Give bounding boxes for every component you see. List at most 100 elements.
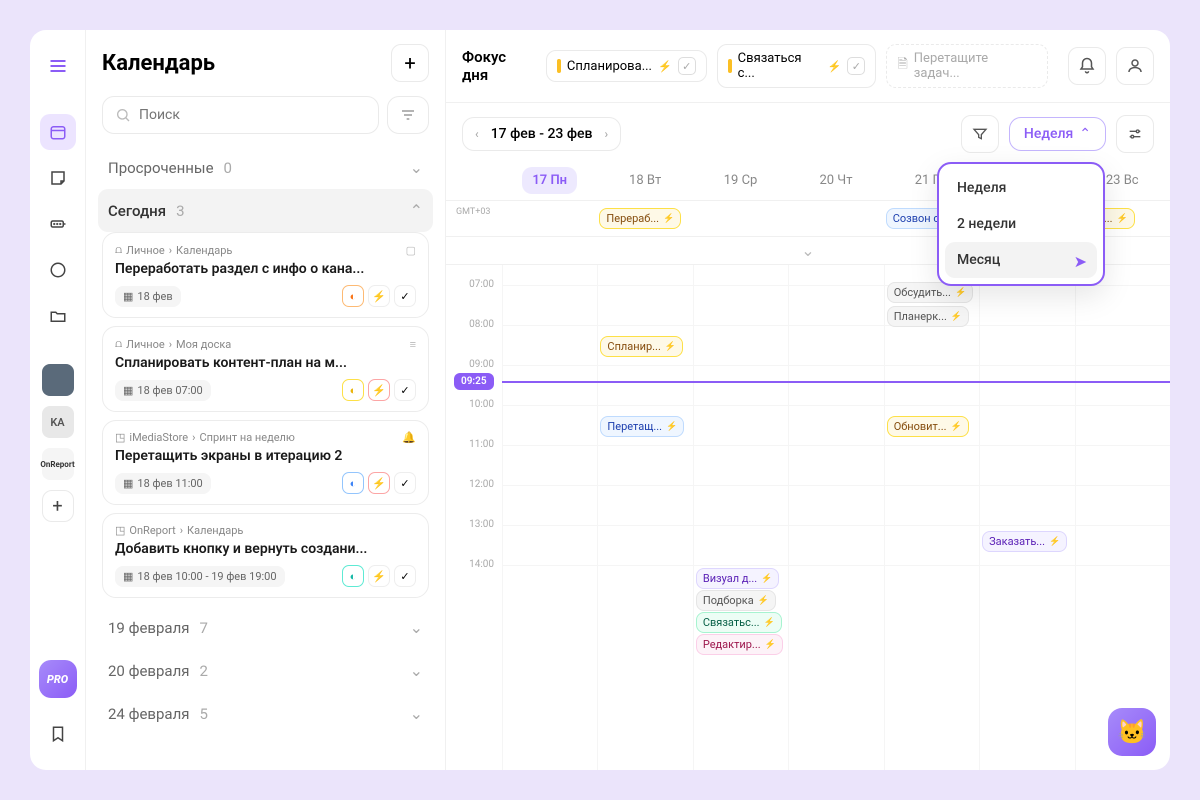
focus-task[interactable]: Спланирова...⚡✓ — [546, 50, 707, 82]
status-pill[interactable]: ◐ — [342, 565, 364, 587]
workspace-avatar-on[interactable]: OnReport — [42, 448, 74, 480]
calendar-event[interactable]: Визуал д...⚡ — [696, 568, 780, 589]
filter-button[interactable] — [387, 96, 429, 134]
calendar-icon: ▦ — [123, 290, 133, 303]
dropdown-item-2weeks[interactable]: 2 недели — [945, 206, 1097, 242]
next-button[interactable]: › — [605, 127, 609, 141]
view-selector[interactable]: Неделя ⌃ Неделя 2 недели Месяц➤ — [1009, 117, 1106, 151]
dropdown-item-week[interactable]: Неделя — [945, 170, 1097, 206]
check-pill[interactable]: ✓ — [394, 565, 416, 587]
calendar-icon: ▦ — [123, 384, 133, 397]
task-card[interactable]: ◳iMediaStore › Спринт на неделю🔔 Перетащ… — [102, 420, 429, 505]
allday-event[interactable]: Перераб...⚡ — [599, 208, 681, 229]
check-icon[interactable]: ✓ — [678, 57, 696, 75]
task-card[interactable]: ⩍Личное › Моя доска≡ Спланировать контен… — [102, 326, 429, 412]
zap-icon: ⚡ — [828, 60, 842, 73]
energy-pill[interactable]: ⚡ — [368, 379, 390, 401]
status-pill[interactable]: ◐ — [342, 379, 364, 401]
timezone-label: GMT+03 — [456, 207, 502, 230]
time-grid[interactable]: 07:00 08:00 09:00 10:00 11:00 12:00 13:0… — [446, 265, 1170, 770]
person-icon — [1126, 57, 1144, 75]
calendar-event[interactable]: Подборка⚡ — [696, 590, 776, 611]
sidebar: Календарь + Просроченные 0 ⌄ Сегодня 3 ⌃… — [86, 30, 446, 770]
filter-button[interactable] — [961, 115, 999, 153]
calendar-event[interactable]: Связатьс...⚡ — [696, 612, 782, 633]
energy-pill[interactable]: ⚡ — [368, 472, 390, 494]
workspace-avatar-1[interactable] — [42, 364, 74, 396]
calendar-event[interactable]: Перетащ...⚡ — [600, 416, 684, 437]
profile-button[interactable] — [1116, 47, 1154, 85]
check-pill[interactable]: ✓ — [394, 285, 416, 307]
workspace-avatar-ka[interactable]: KA — [42, 406, 74, 438]
view-dropdown: Неделя 2 недели Месяц➤ — [937, 162, 1105, 286]
folder-icon[interactable] — [40, 298, 76, 334]
focus-dropzone[interactable]: 🗎Перетащите задач... — [886, 44, 1048, 88]
chevron-down-icon: ⌄ — [410, 661, 423, 680]
chevron-up-icon: ⌃ — [410, 201, 423, 220]
hour-label: 11:00 — [446, 439, 502, 479]
chevron-up-icon: ⌃ — [1079, 126, 1091, 142]
section-date[interactable]: 20 февраля2⌄ — [98, 649, 433, 692]
calendar-event[interactable]: Редактир...⚡ — [696, 634, 783, 655]
calendar-event[interactable]: Спланир...⚡ — [600, 336, 683, 357]
status-pill[interactable]: ◐ — [342, 285, 364, 307]
help-mascot[interactable]: 🐱 — [1108, 708, 1156, 756]
hour-label: 12:00 — [446, 479, 502, 519]
settings-button[interactable] — [1116, 115, 1154, 153]
battery-icon[interactable] — [40, 206, 76, 242]
note-icon[interactable] — [40, 160, 76, 196]
task-date: ▦18 фев — [115, 286, 181, 307]
dropdown-item-month[interactable]: Месяц➤ — [945, 242, 1097, 278]
date-navigator: ‹ 17 фев - 23 фев › — [462, 117, 621, 151]
task-date: ▦18 фев 10:00 - 19 фев 19:00 — [115, 566, 285, 587]
check-pill[interactable]: ✓ — [394, 472, 416, 494]
day-header[interactable]: 18 Вт — [597, 173, 692, 188]
calendar-icon: ▦ — [123, 570, 133, 583]
person-icon: ⩍ — [115, 243, 122, 257]
section-today[interactable]: Сегодня 3 ⌃ — [98, 189, 433, 232]
section-overdue[interactable]: Просроченные 0 ⌄ — [98, 146, 433, 189]
check-icon[interactable]: ✓ — [847, 57, 865, 75]
calendar-nav-icon[interactable] — [40, 114, 76, 150]
section-date[interactable]: 19 февраля7⌄ — [98, 606, 433, 649]
task-card[interactable]: ◳OnReport › Календарь Добавить кнопку и … — [102, 513, 429, 598]
calendar-event[interactable]: Планерк...⚡ — [887, 306, 969, 327]
cube-icon: ◳ — [115, 431, 125, 444]
bars-icon: ≡ — [410, 338, 416, 351]
cube-icon: ◳ — [115, 524, 125, 537]
focus-label: Фокус дня — [462, 48, 536, 84]
chat-icon[interactable] — [40, 252, 76, 288]
bookmark-icon[interactable] — [40, 716, 76, 752]
hour-label: 08:00 — [446, 319, 502, 359]
day-header[interactable]: 20 Чт — [788, 173, 883, 188]
energy-pill[interactable]: ⚡ — [368, 565, 390, 587]
doc-icon: 🗎 — [897, 55, 907, 77]
add-workspace-icon[interactable]: + — [42, 490, 74, 522]
menu-icon[interactable] — [40, 48, 76, 84]
prev-button[interactable]: ‹ — [475, 127, 479, 141]
task-date: ▦18 фев 11:00 — [115, 473, 211, 494]
calendar-event[interactable]: Заказать...⚡ — [982, 531, 1067, 552]
task-card[interactable]: ⩍Личное › Календарь▢ Переработать раздел… — [102, 232, 429, 318]
add-button[interactable]: + — [391, 44, 429, 82]
energy-pill[interactable]: ⚡ — [368, 285, 390, 307]
check-pill[interactable]: ✓ — [394, 379, 416, 401]
person-icon: ⩍ — [115, 337, 122, 351]
task-date: ▦18 фев 07:00 — [115, 380, 211, 401]
hour-label: 14:00 — [446, 559, 502, 599]
now-indicator: 09:25 — [502, 381, 1170, 383]
pro-badge[interactable]: PRO — [39, 660, 77, 698]
main-panel: Фокус дня Спланирова...⚡✓ Связаться с...… — [446, 30, 1170, 770]
day-header[interactable]: 19 Ср — [693, 173, 788, 188]
funnel-icon — [972, 126, 988, 142]
calendar-event[interactable]: Обновит...⚡ — [887, 416, 969, 437]
notifications-button[interactable] — [1068, 47, 1106, 85]
focus-task[interactable]: Связаться с...⚡✓ — [717, 44, 877, 88]
day-header[interactable]: 17 Пн — [502, 173, 597, 188]
hour-label: 07:00 — [446, 279, 502, 319]
search-input[interactable] — [102, 96, 379, 134]
bell-icon: 🔔 — [402, 431, 416, 444]
status-pill[interactable]: ◐ — [342, 472, 364, 494]
section-date[interactable]: 24 февраля5⌄ — [98, 692, 433, 735]
zap-icon: ⚡ — [658, 60, 672, 73]
